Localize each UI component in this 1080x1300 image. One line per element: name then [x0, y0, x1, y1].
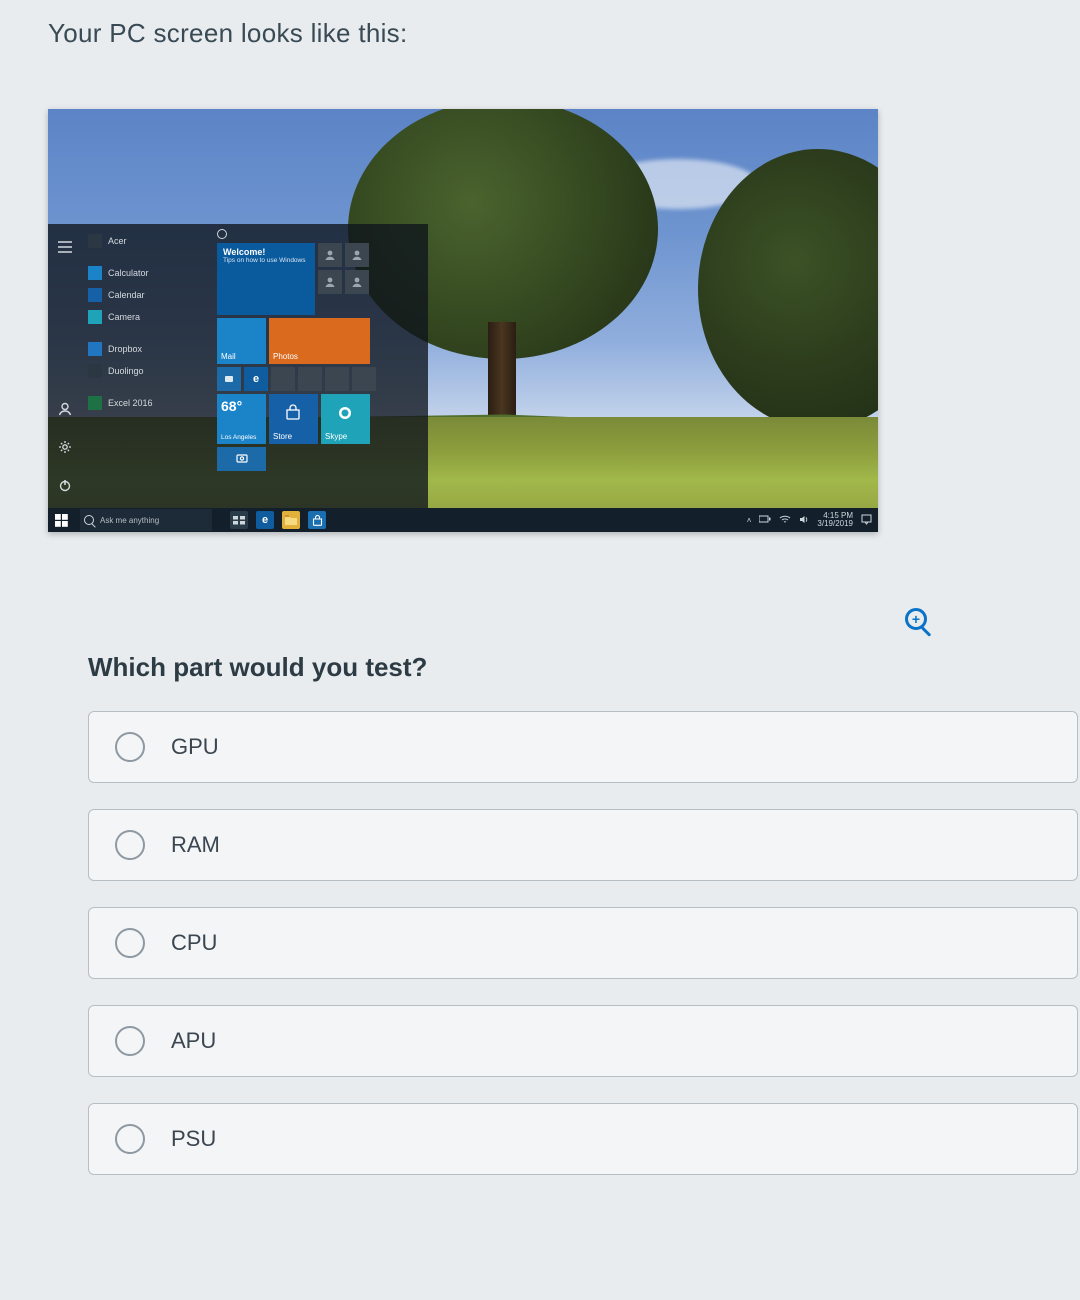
tile-contact-icon[interactable]: [345, 270, 369, 294]
tile-subtitle: Tips on how to use Windows: [223, 257, 306, 264]
answer-options: GPU RAM CPU APU PSU: [88, 711, 1080, 1175]
embedded-screenshot: Acer Calculator Calendar Camera Dropbox …: [48, 109, 878, 532]
app-label: Acer: [108, 236, 127, 246]
app-label: Duolingo: [108, 366, 144, 376]
tile-label: Store: [273, 432, 292, 441]
tile-small[interactable]: [352, 367, 376, 391]
tile-contact-icon[interactable]: [318, 243, 342, 267]
cortana-circle-icon: [217, 229, 227, 239]
app-tile-icon: [88, 288, 102, 302]
answer-label: RAM: [171, 832, 220, 858]
answer-label: PSU: [171, 1126, 216, 1152]
app-tile-icon: [88, 234, 102, 248]
answer-option[interactable]: RAM: [88, 809, 1078, 881]
tile-skype[interactable]: Skype: [321, 394, 370, 444]
taskbar-search[interactable]: Ask me anything: [80, 509, 212, 531]
answer-label: CPU: [171, 930, 217, 956]
taskbar-pinned-apps: e: [222, 511, 326, 529]
tile-mail[interactable]: Mail: [217, 318, 266, 364]
battery-icon[interactable]: [759, 515, 771, 525]
radio-icon: [115, 928, 145, 958]
radio-icon: [115, 1026, 145, 1056]
radio-icon: [115, 830, 145, 860]
taskbar-app-store-icon[interactable]: [308, 511, 326, 529]
page-header-text: Your PC screen looks like this:: [48, 18, 1080, 49]
app-label: Calculator: [108, 268, 149, 278]
app-tile-icon: [88, 364, 102, 378]
start-menu-tiles: Welcome! Tips on how to use Windows: [217, 224, 428, 508]
answer-label: APU: [171, 1028, 216, 1054]
hamburger-icon[interactable]: [56, 238, 74, 256]
chevron-up-icon[interactable]: ˄: [747, 516, 752, 525]
start-menu-app[interactable]: Acer: [86, 230, 213, 252]
start-menu: Acer Calculator Calendar Camera Dropbox …: [48, 224, 428, 508]
start-menu-app[interactable]: Calculator: [86, 262, 213, 284]
app-label: Camera: [108, 312, 140, 322]
tile-label: Photos: [273, 352, 298, 361]
question-prompt: Which part would you test?: [88, 652, 1080, 683]
tile-small[interactable]: [217, 367, 241, 391]
tile-weather[interactable]: 68° Los Angeles: [217, 394, 266, 444]
app-label: Excel 2016: [108, 398, 153, 408]
notifications-icon[interactable]: [861, 514, 872, 527]
question-block: Which part would you test? GPU RAM CPU A…: [88, 652, 1080, 1175]
tile-store[interactable]: Store: [269, 394, 318, 444]
tile-small[interactable]: [325, 367, 349, 391]
start-menu-app[interactable]: Dropbox: [86, 338, 213, 360]
start-menu-rail: [48, 224, 82, 508]
tile-small[interactable]: [271, 367, 295, 391]
taskbar-app-taskview-icon[interactable]: [230, 511, 248, 529]
tile-label: Skype: [325, 432, 347, 441]
app-label: Calendar: [108, 290, 145, 300]
power-icon[interactable]: [56, 476, 74, 494]
start-button-icon[interactable]: [54, 513, 68, 527]
tile-small[interactable]: [298, 367, 322, 391]
start-menu-app[interactable]: Calendar: [86, 284, 213, 306]
weather-temp: 68°: [221, 398, 242, 414]
answer-option[interactable]: CPU: [88, 907, 1078, 979]
app-tile-icon: [88, 396, 102, 410]
app-tile-icon: [88, 310, 102, 324]
taskbar-date[interactable]: 3/19/2019: [817, 520, 853, 528]
tile-photos[interactable]: Photos: [269, 318, 370, 364]
app-tile-icon: [88, 342, 102, 356]
user-icon[interactable]: [56, 400, 74, 418]
volume-icon[interactable]: [799, 515, 809, 526]
answer-label: GPU: [171, 734, 219, 760]
wifi-icon[interactable]: [779, 515, 791, 526]
start-menu-app[interactable]: Duolingo: [86, 360, 213, 382]
taskbar: Ask me anything e ˄: [48, 508, 878, 532]
radio-icon: [115, 732, 145, 762]
answer-option[interactable]: PSU: [88, 1103, 1078, 1175]
tile-small[interactable]: [217, 447, 266, 471]
answer-option[interactable]: APU: [88, 1005, 1078, 1077]
start-menu-app-list: Acer Calculator Calendar Camera Dropbox …: [82, 224, 217, 508]
answer-option[interactable]: GPU: [88, 711, 1078, 783]
tile-contact-icon[interactable]: [318, 270, 342, 294]
tile-welcome[interactable]: Welcome! Tips on how to use Windows: [217, 243, 315, 315]
taskbar-app-explorer-icon[interactable]: [282, 511, 300, 529]
tile-contact-icon[interactable]: [345, 243, 369, 267]
weather-city: Los Angeles: [221, 434, 256, 441]
start-menu-app[interactable]: Excel 2016: [86, 392, 213, 414]
tile-label: Mail: [221, 352, 236, 361]
radio-icon: [115, 1124, 145, 1154]
gear-icon[interactable]: [56, 438, 74, 456]
tile-title: Welcome!: [223, 247, 306, 257]
app-tile-icon: [88, 266, 102, 280]
app-label: Dropbox: [108, 344, 142, 354]
taskbar-search-placeholder: Ask me anything: [100, 516, 159, 525]
taskbar-app-edge-icon[interactable]: e: [256, 511, 274, 529]
search-icon: [84, 515, 94, 525]
start-menu-app[interactable]: Camera: [86, 306, 213, 328]
tile-edge[interactable]: e: [244, 367, 268, 391]
taskbar-systray: ˄ 4:15 PM 3/19/2019: [747, 512, 872, 528]
zoom-in-icon[interactable]: +: [905, 608, 927, 630]
